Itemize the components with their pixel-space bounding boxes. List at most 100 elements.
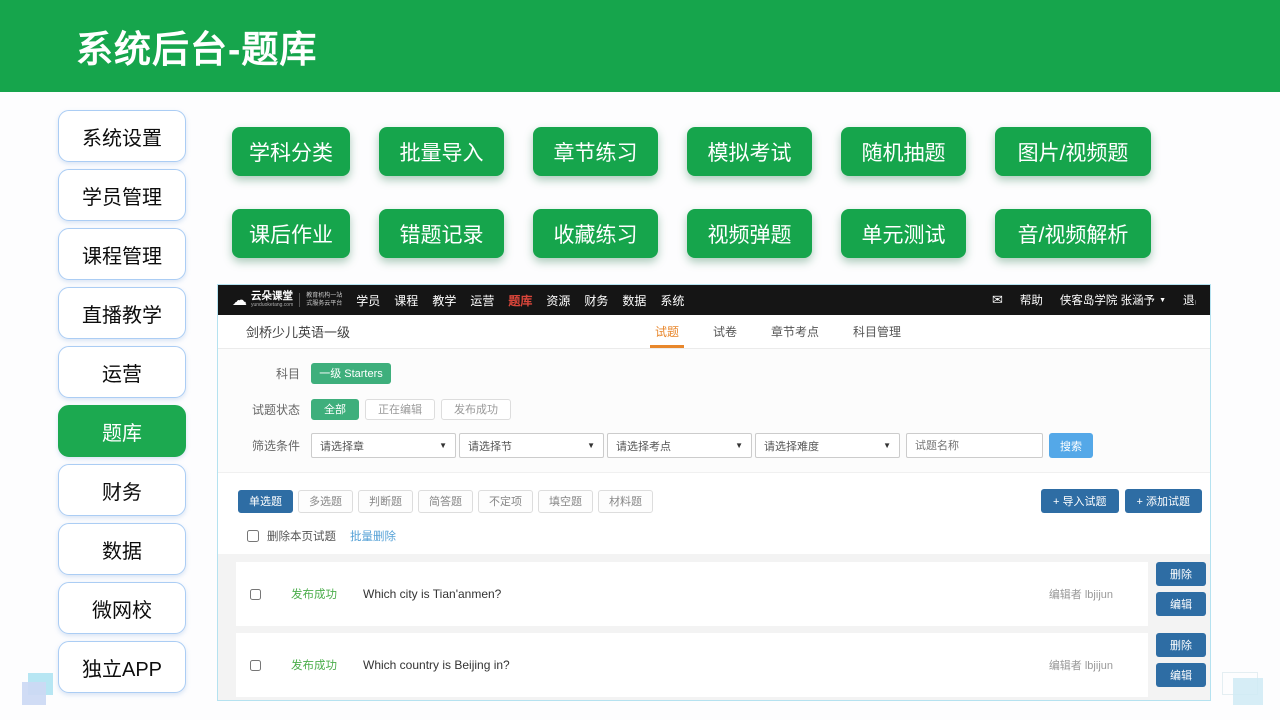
feature-image-video-questions[interactable]: 图片/视频题	[995, 127, 1151, 176]
topnav-system[interactable]: 系统	[660, 292, 684, 309]
status-badge: 发布成功	[291, 657, 337, 673]
topnav-data[interactable]: 数据	[622, 292, 646, 309]
cloud-logo-icon: ☁	[232, 291, 247, 309]
chevron-down-icon: ▼	[883, 441, 891, 450]
feature-chapter-practice[interactable]: 章节练习	[533, 127, 658, 176]
import-questions-button[interactable]: + 导入试题	[1041, 489, 1118, 513]
decoration-square	[1233, 678, 1263, 705]
question-card: 发布成功 Which country is Beijing in? 编辑者 lb…	[236, 633, 1148, 697]
question-text: Which country is Beijing in?	[363, 658, 510, 672]
sidebar-item-operations[interactable]: 运营	[58, 346, 186, 398]
type-tab-material[interactable]: 材料题	[598, 490, 653, 513]
feature-homework[interactable]: 课后作业	[232, 209, 350, 258]
question-row: 发布成功 Which city is Tian'anmen? 编辑者 lbjij…	[236, 562, 1206, 626]
chevron-down-icon: ▼	[735, 441, 743, 450]
type-tab-multiple-choice[interactable]: 多选题	[298, 490, 353, 513]
topnav-resources[interactable]: 资源	[546, 292, 570, 309]
subnav-tabs: 试题 试卷 章节考点 科目管理	[655, 315, 901, 348]
feature-grid: 学科分类 批量导入 章节练习 模拟考试 随机抽题 图片/视频题 课后作业 错题记…	[232, 127, 1151, 291]
decoration-square	[22, 682, 46, 705]
edit-button[interactable]: 编辑	[1156, 592, 1206, 616]
sidebar-item-data[interactable]: 数据	[58, 523, 186, 575]
type-tab-indefinite[interactable]: 不定项	[478, 490, 533, 513]
edit-button[interactable]: 编辑	[1156, 663, 1206, 687]
feature-favorites-practice[interactable]: 收藏练习	[533, 209, 658, 258]
row-buttons: 删除 编辑	[1156, 562, 1206, 626]
status-filter-published[interactable]: 发布成功	[441, 399, 511, 420]
feature-row-1: 学科分类 批量导入 章节练习 模拟考试 随机抽题 图片/视频题	[232, 127, 1151, 176]
sidebar-item-question-bank[interactable]: 题库	[58, 405, 186, 457]
topnav-operations[interactable]: 运营	[470, 292, 494, 309]
subject-tag[interactable]: 一级 Starters	[311, 363, 391, 384]
chapter-select[interactable]: 请选择章 ▼	[311, 433, 456, 458]
status-filter-editing[interactable]: 正在编辑	[365, 399, 435, 420]
knowledge-point-select[interactable]: 请选择考点 ▼	[607, 433, 752, 458]
search-button[interactable]: 搜索	[1049, 433, 1093, 458]
account-menu[interactable]: 侠客岛学院 张涵予 ▼	[1060, 292, 1166, 308]
sidebar-item-standalone-app[interactable]: 独立APP	[58, 641, 186, 693]
sidebar-item-finance[interactable]: 财务	[58, 464, 186, 516]
add-question-button[interactable]: + 添加试题	[1125, 489, 1202, 513]
topnav-teaching[interactable]: 教学	[432, 292, 456, 309]
feature-subject-classification[interactable]: 学科分类	[232, 127, 350, 176]
logo-text: 云朵课堂 yunduoketang.com	[251, 291, 293, 308]
chevron-down-icon: ▼	[439, 441, 447, 450]
feature-random-question-draw[interactable]: 随机抽题	[841, 127, 966, 176]
bulk-delete-bar: 删除本页试题 批量删除	[218, 513, 1210, 554]
tab-chapter-points[interactable]: 章节考点	[771, 315, 819, 348]
question-name-input[interactable]	[906, 433, 1043, 458]
conditions-label: 筛选条件	[218, 437, 300, 454]
topnav-courses[interactable]: 课程	[394, 292, 418, 309]
tab-questions[interactable]: 试题	[655, 315, 679, 348]
section-select[interactable]: 请选择节 ▼	[459, 433, 604, 458]
row-checkbox[interactable]	[250, 660, 261, 671]
sidebar-item-live-teaching[interactable]: 直播教学	[58, 287, 186, 339]
type-tab-fill-blank[interactable]: 填空题	[538, 490, 593, 513]
select-page-checkbox[interactable]	[247, 530, 259, 542]
help-link[interactable]: 帮助	[1020, 292, 1043, 308]
type-tab-short-answer[interactable]: 简答题	[418, 490, 473, 513]
sidebar-item-micro-school[interactable]: 微网校	[58, 582, 186, 634]
editor-label: 编辑者 lbjijun	[1049, 657, 1113, 673]
feature-mock-exam[interactable]: 模拟考试	[687, 127, 812, 176]
knowledge-point-select-value: 请选择考点	[616, 438, 671, 454]
difficulty-select[interactable]: 请选择难度 ▼	[755, 433, 900, 458]
batch-delete-link[interactable]: 批量删除	[350, 528, 396, 544]
logout-link[interactable]: 退出	[1183, 292, 1196, 308]
feature-video-popup-questions[interactable]: 视频弹题	[687, 209, 812, 258]
feature-batch-import[interactable]: 批量导入	[379, 127, 504, 176]
difficulty-select-value: 请选择难度	[764, 438, 819, 454]
logo-tagline-line1: 教育机构一站	[306, 293, 342, 299]
logo-tagline-line2: 式服务云平台	[306, 301, 342, 307]
tab-exam-papers[interactable]: 试卷	[713, 315, 737, 348]
sidebar-item-system-settings[interactable]: 系统设置	[58, 110, 186, 162]
course-title: 剑桥少儿英语一级	[246, 322, 350, 341]
sidebar-item-course-management[interactable]: 课程管理	[58, 228, 186, 280]
row-checkbox[interactable]	[250, 589, 261, 600]
feature-wrong-answer-records[interactable]: 错题记录	[379, 209, 504, 258]
message-envelope-icon[interactable]: ✉	[992, 292, 1003, 308]
section-select-value: 请选择节	[468, 438, 512, 454]
delete-button[interactable]: 删除	[1156, 633, 1206, 657]
feature-audio-video-analysis[interactable]: 音/视频解析	[995, 209, 1151, 258]
topbar-right: ✉ 帮助 侠客岛学院 张涵予 ▼ 退出	[992, 292, 1196, 308]
tab-subject-management[interactable]: 科目管理	[853, 315, 901, 348]
chevron-down-icon: ▼	[1159, 297, 1166, 304]
question-text: Which city is Tian'anmen?	[363, 587, 501, 601]
delete-button[interactable]: 删除	[1156, 562, 1206, 586]
status-filter-all[interactable]: 全部	[311, 399, 359, 420]
type-tab-single-choice[interactable]: 单选题	[238, 490, 293, 513]
topnav-question-bank[interactable]: 题库	[508, 292, 532, 309]
sidebar-item-student-management[interactable]: 学员管理	[58, 169, 186, 221]
question-type-bar: 单选题 多选题 判断题 简答题 不定项 填空题 材料题 + 导入试题 + 添加试…	[218, 473, 1210, 513]
filter-row-conditions: 筛选条件 请选择章 ▼ 请选择节 ▼ 请选择考点 ▼ 请选择难度 ▼ 搜索	[218, 433, 1210, 458]
feature-unit-test[interactable]: 单元测试	[841, 209, 966, 258]
filter-panel: 科目 一级 Starters 试题状态 全部 正在编辑 发布成功 筛选条件 请选…	[218, 349, 1210, 473]
type-tab-true-false[interactable]: 判断题	[358, 490, 413, 513]
page-title: 系统后台-题库	[76, 19, 317, 73]
status-label: 试题状态	[218, 401, 300, 418]
topnav-students[interactable]: 学员	[356, 292, 380, 309]
topnav-finance[interactable]: 财务	[584, 292, 608, 309]
status-badge: 发布成功	[291, 586, 337, 602]
filter-row-status: 试题状态 全部 正在编辑 发布成功	[218, 397, 1210, 421]
